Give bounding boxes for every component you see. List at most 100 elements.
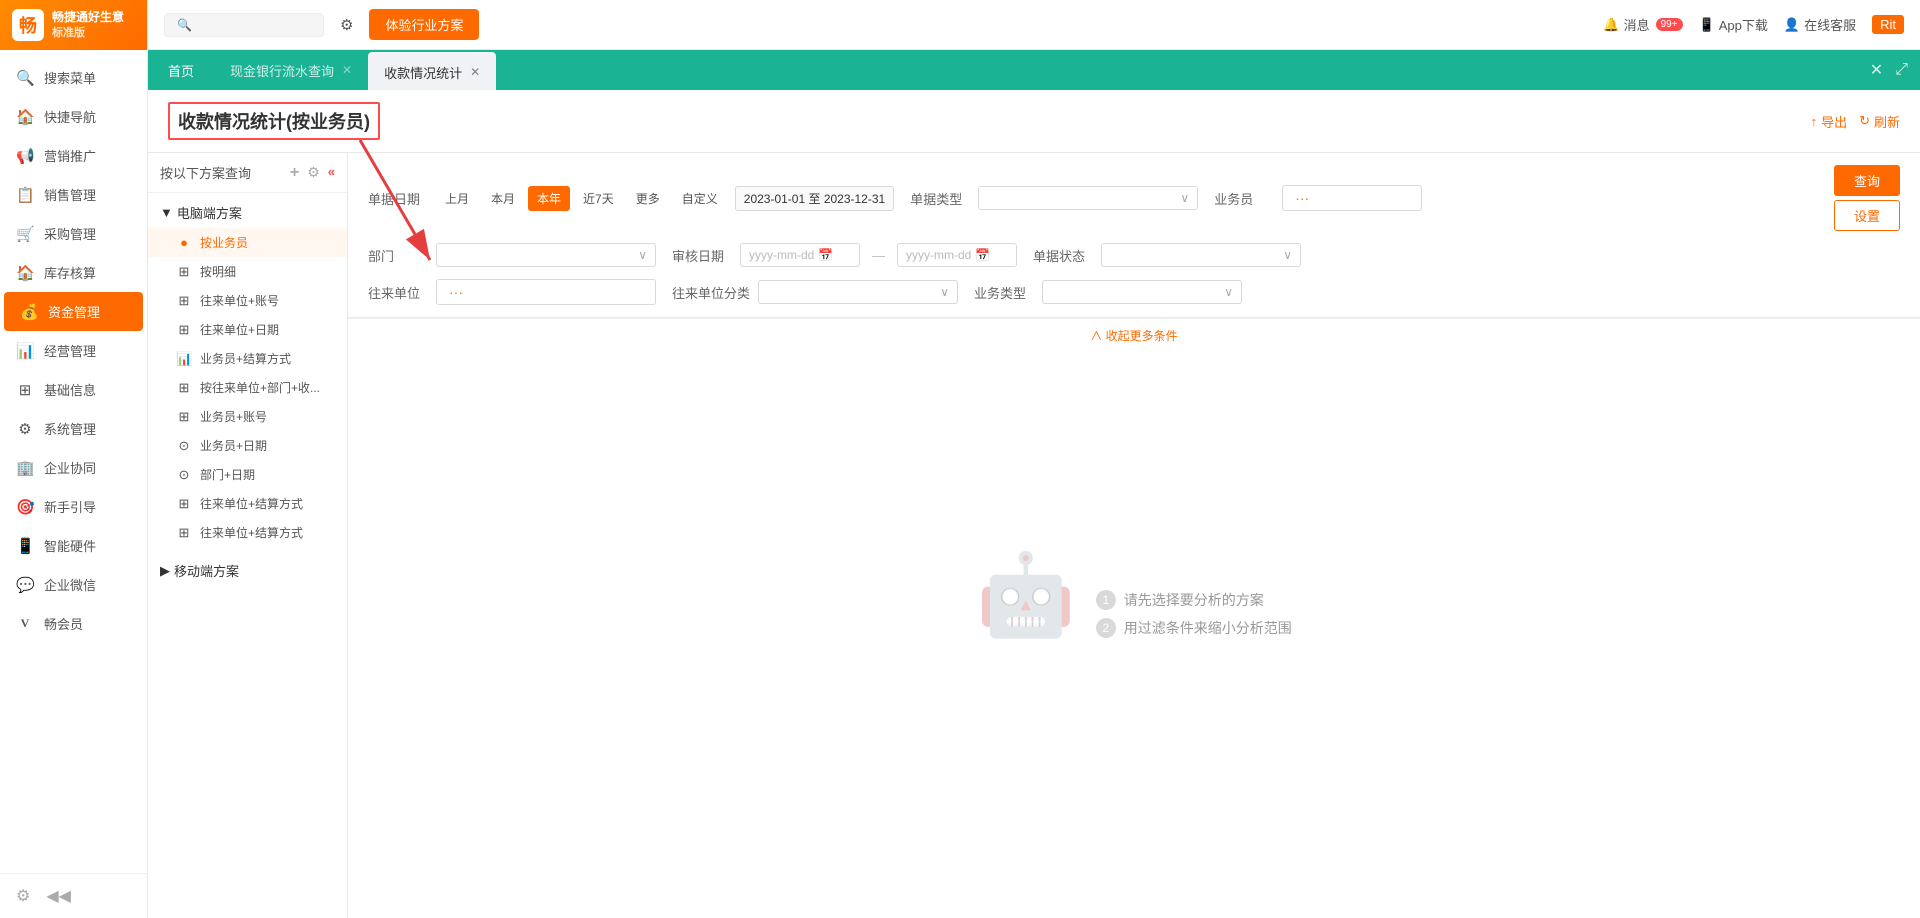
inventory-icon: 🏠 (16, 264, 34, 282)
guide-icon: 🎯 (16, 498, 34, 516)
biz-type-arrow-icon: ∨ (1224, 285, 1233, 299)
sidebar-item-member[interactable]: V 畅会员 (0, 604, 147, 643)
salesperson-more-icon[interactable]: ··· (1295, 190, 1309, 206)
sidebar-item-quicknav[interactable]: 🏠 快捷导航 (0, 97, 147, 136)
sidebar-settings-icon[interactable]: ⚙ (16, 886, 30, 906)
tab-cashflow-close[interactable]: ✕ (342, 63, 352, 77)
tree-child-unit-settle2[interactable]: ⊞ 往来单位+结算方式 (148, 518, 347, 547)
tabbar-close-all-icon[interactable]: ✕ (1870, 60, 1883, 80)
system-icon: ⚙ (16, 420, 34, 438)
sidebar-collapse-icon[interactable]: ◀◀ (46, 886, 71, 906)
date-tab-thisyear[interactable]: 本年 (528, 186, 570, 211)
doctype-select[interactable]: ∨ (978, 186, 1198, 210)
biz-type-select[interactable]: ∨ (1042, 280, 1242, 304)
tree-child-dept-date[interactable]: ⊙ 部门+日期 (148, 460, 347, 489)
tab-home[interactable]: 首页 (148, 50, 214, 90)
unit-dept-icon: ⊞ (176, 380, 192, 396)
tree-child-detail[interactable]: ⊞ 按明细 (148, 257, 347, 286)
topbar-settings-btn[interactable]: ⚙ (340, 16, 353, 34)
tab-cashflow[interactable]: 现金银行流水查询 ✕ (214, 50, 368, 90)
filter-doctype: 单据类型 ∨ (910, 186, 1198, 210)
date-tab-lastmonth[interactable]: 上月 (436, 186, 478, 211)
collapse-panel-btn[interactable]: « (328, 164, 335, 182)
tree-child-unit-dept[interactable]: ⊞ 按往来单位+部门+收... (148, 373, 347, 402)
online-service-btn[interactable]: 👤 在线客服 (1784, 15, 1856, 34)
tree-child-unit-date[interactable]: ⊞ 往来单位+日期 (148, 315, 347, 344)
sales-date-icon: ⊙ (176, 438, 192, 454)
date-tab-7days[interactable]: 近7天 (574, 186, 623, 211)
sidebar-item-inventory[interactable]: 🏠 库存核算 (0, 253, 147, 292)
audit-date-to[interactable]: yyyy-mm-dd 📅 (897, 243, 1017, 267)
sidebar-item-guide[interactable]: 🎯 新手引导 (0, 487, 147, 526)
search-icon: 🔍 (16, 69, 34, 87)
main-area: 🔍 ⚙ 体验行业方案 🔔 消息 99+ 📱 App下载 👤 在线客服 Rit (148, 0, 1920, 918)
filter-audit-date: 审核日期 yyyy-mm-dd 📅 — yyyy-mm-dd 📅 (672, 243, 1017, 267)
filter-row-1: 单据日期 上月 本月 本年 近7天 更多 自定义 2023-01-01 至 20… (368, 165, 1900, 231)
tree-pc-parent[interactable]: ▼ 电脑端方案 (148, 197, 347, 228)
counterpart-more-icon[interactable]: ··· (449, 284, 463, 300)
filter-docstatus: 单据状态 ∨ (1033, 243, 1301, 267)
logo-icon: 畅 (12, 9, 44, 41)
sidebar-footer: ⚙ ◀◀ (0, 873, 147, 918)
add-scheme-btn[interactable]: + (290, 164, 299, 182)
sidebar-item-finance[interactable]: 💰 资金管理 (4, 292, 143, 331)
date-tab-thismonth[interactable]: 本月 (482, 186, 524, 211)
sidebar-item-weixin[interactable]: 💬 企业微信 (0, 565, 147, 604)
unit-date-icon: ⊞ (176, 322, 192, 338)
sidebar-item-purchase[interactable]: 🛒 采购管理 (0, 214, 147, 253)
unit-account-icon: ⊞ (176, 293, 192, 309)
tree-child-salesperson[interactable]: ● 按业务员 (148, 228, 347, 257)
page-header-actions: ↑ 导出 ↻ 刷新 (1811, 112, 1900, 131)
topbar: 🔍 ⚙ 体验行业方案 🔔 消息 99+ 📱 App下载 👤 在线客服 Rit (148, 0, 1920, 50)
docstatus-arrow-icon: ∨ (1283, 248, 1292, 262)
date-tab-more[interactable]: 更多 (627, 186, 669, 211)
dept-select[interactable]: ∨ (436, 243, 656, 267)
home-icon: 🏠 (16, 108, 34, 126)
counterpart-select[interactable]: ··· (436, 279, 656, 305)
sidebar-item-enterprise[interactable]: 🏢 企业协同 (0, 448, 147, 487)
tree-child-sales-account[interactable]: ⊞ 业务员+账号 (148, 402, 347, 431)
export-btn[interactable]: ↑ 导出 (1811, 112, 1848, 131)
unit-settle2-icon: ⊞ (176, 525, 192, 541)
topbar-search[interactable]: 🔍 (164, 13, 324, 37)
tabbar-expand-icon[interactable]: ⤢ (1895, 61, 1908, 79)
filter-row-3: 往来单位 ··· 往来单位分类 ∨ (368, 279, 1900, 305)
tree-mobile-expand-icon: ▶ (160, 563, 170, 579)
tree-child-sales-date[interactable]: ⊙ 业务员+日期 (148, 431, 347, 460)
sidebar-item-basic-info[interactable]: ⊞ 基础信息 (0, 370, 147, 409)
sidebar-item-search[interactable]: 🔍 搜索菜单 (0, 58, 147, 97)
sidebar-item-operations[interactable]: 📊 经营管理 (0, 331, 147, 370)
tree-child-unit-account[interactable]: ⊞ 往来单位+账号 (148, 286, 347, 315)
salesperson-select[interactable]: ··· (1282, 185, 1422, 211)
tab-collection-close[interactable]: ✕ (470, 65, 480, 79)
sidebar-item-marketing[interactable]: 📢 营销推广 (0, 136, 147, 175)
date-tab-custom[interactable]: 自定义 (673, 186, 727, 211)
export-icon: ↑ (1811, 114, 1818, 129)
notification-btn[interactable]: 🔔 消息 99+ (1603, 15, 1682, 34)
sidebar-item-hardware[interactable]: 📱 智能硬件 (0, 526, 147, 565)
detail-icon: ⊞ (176, 264, 192, 280)
settings-button[interactable]: 设置 (1834, 200, 1900, 231)
sidebar: 畅 畅捷通好生意 标准版 🔍 搜索菜单 🏠 快捷导航 📢 营销推广 📋 销售管理… (0, 0, 148, 918)
weixin-icon: 💬 (16, 576, 34, 594)
counterpart-cat-select[interactable]: ∨ (758, 280, 958, 304)
tree-child-sales-settle[interactable]: 📊 业务员+结算方式 (148, 344, 347, 373)
date-range-display[interactable]: 2023-01-01 至 2023-12-31 (735, 186, 894, 211)
scheme-settings-btn[interactable]: ⚙ (307, 164, 320, 182)
collapse-bar[interactable]: ∧ 收起更多条件 (348, 318, 1920, 352)
filter-counterpart-cat: 往来单位分类 ∨ (672, 280, 958, 304)
filter-biz-type: 业务类型 ∨ (974, 280, 1242, 304)
docstatus-select[interactable]: ∨ (1101, 243, 1301, 267)
sidebar-item-sales[interactable]: 📋 销售管理 (0, 175, 147, 214)
query-button[interactable]: 查询 (1834, 165, 1900, 196)
audit-date-from[interactable]: yyyy-mm-dd 📅 (740, 243, 860, 267)
refresh-btn[interactable]: ↻ 刷新 (1859, 112, 1900, 131)
tree-mobile-parent[interactable]: ▶ 移动端方案 (148, 555, 347, 586)
trial-button[interactable]: 体验行业方案 (369, 9, 479, 40)
empty-hint-1: 1 请先选择要分析的方案 (1096, 586, 1292, 614)
tab-collection[interactable]: 收款情况统计 ✕ (368, 52, 496, 90)
app-download-btn[interactable]: 📱 App下载 (1699, 15, 1768, 34)
tree-child-unit-settle1[interactable]: ⊞ 往来单位+结算方式 (148, 489, 347, 518)
user-avatar[interactable]: Rit (1872, 15, 1904, 34)
sidebar-item-system[interactable]: ⚙ 系统管理 (0, 409, 147, 448)
